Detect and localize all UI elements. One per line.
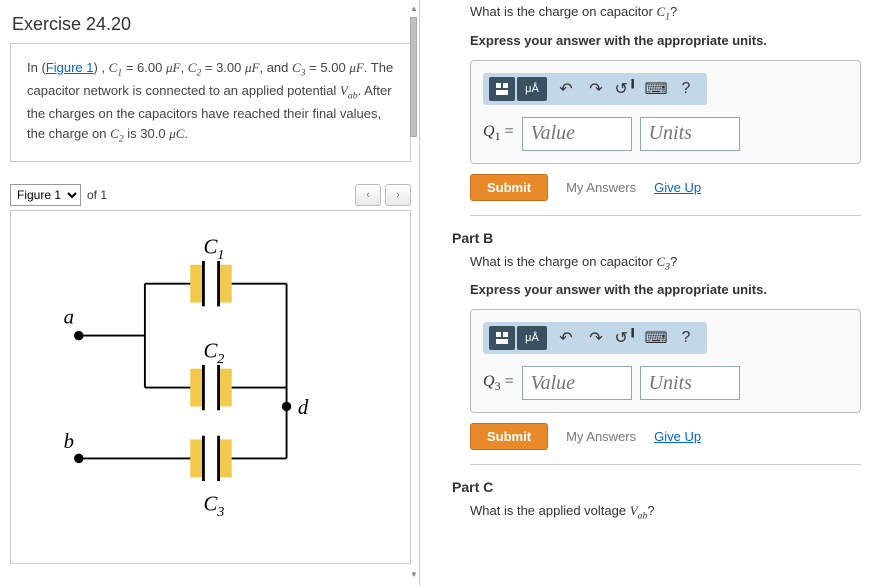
figure-frame: C1 C2 C3 a b d [10,210,411,564]
figure-nav-bar: Figure 1 of 1 ‹ › [10,184,411,206]
unit: μF [245,60,259,75]
circuit-diagram: C1 C2 C3 a b d [41,227,381,548]
templates-icon[interactable] [489,77,515,101]
my-answers-link[interactable]: My Answers [566,429,636,444]
units-icon[interactable]: μÅ [517,326,547,350]
reset-icon[interactable]: ↺╹ [611,325,641,351]
svg-text:C1: C1 [203,235,224,263]
text: = [201,60,216,75]
scroll-thumb[interactable] [410,17,417,137]
undo-icon[interactable]: ↶ [551,76,581,102]
part-c: Part C What is the applied voltage Vab? [470,479,861,546]
part-c-question: What is the applied voltage Vab? [470,503,861,522]
figure-prev-button[interactable]: ‹ [355,184,381,206]
answer-variable: Q3 = [483,373,514,394]
units-icon[interactable]: μÅ [517,77,547,101]
answer-variable: Q1 = [483,123,514,144]
unit: μF [166,60,180,75]
problem-statement: In (Figure 1) , C1 = 6.00 μF, C2 = 3.00 … [10,43,411,162]
scroll-down-icon[interactable]: ▼ [410,571,417,581]
formula-toolbar: μÅ ↶ ↷ ↺╹ ⌨︎ ? [483,322,707,354]
part-b-instruction: Express your answer with the appropriate… [470,282,861,297]
undo-icon[interactable]: ↶ [551,325,581,351]
right-panel: What is the charge on capacitor C1? Expr… [420,0,879,586]
val: 5.00 [320,60,345,75]
var-vab: Vab [340,83,358,98]
figure-count: of 1 [87,188,107,202]
svg-text:C2: C2 [203,339,224,367]
part-a-answer-box: μÅ ↶ ↷ ↺╹ ⌨︎ ? Q1 = [470,60,861,164]
text: , and [259,60,292,75]
text: In ( [27,60,46,75]
submit-row: Submit My Answers Give Up [470,423,861,450]
part-b: Part B What is the charge on capacitor C… [470,230,861,466]
keyboard-icon[interactable]: ⌨︎ [641,76,671,102]
part-a: What is the charge on capacitor C1? Expr… [470,4,861,216]
submit-button[interactable]: Submit [470,174,548,201]
unit: μF [349,60,363,75]
answer-row: Q3 = [483,366,848,400]
submit-button[interactable]: Submit [470,423,548,450]
text: , [180,60,187,75]
text: = [122,60,137,75]
keyboard-icon[interactable]: ⌨︎ [641,325,671,351]
part-b-question: What is the charge on capacitor C3? [470,254,861,273]
part-c-title: Part C [452,479,861,495]
figure-link[interactable]: Figure 1 [46,60,94,75]
submit-row: Submit My Answers Give Up [470,174,861,201]
scrollbar[interactable]: ▲ ▼ [410,5,417,581]
left-panel: ▲ ▼ Exercise 24.20 In (Figure 1) , C1 = … [0,0,420,586]
answer-row: Q1 = [483,117,848,151]
value-input[interactable] [522,366,632,400]
exercise-title: Exercise 24.20 [10,10,411,43]
text: . [184,126,188,141]
part-b-title: Part B [452,230,861,246]
text: is 30.0 [124,126,170,141]
svg-text:b: b [63,430,73,453]
svg-text:a: a [63,305,73,328]
part-b-answer-box: μÅ ↶ ↷ ↺╹ ⌨︎ ? Q3 = [470,309,861,413]
unit: μC [169,126,184,141]
var-c1: C1 [109,60,123,75]
svg-text:d: d [297,396,308,419]
text: = [306,60,321,75]
redo-icon[interactable]: ↷ [581,325,611,351]
formula-toolbar: μÅ ↶ ↷ ↺╹ ⌨︎ ? [483,73,707,105]
redo-icon[interactable]: ↷ [581,76,611,102]
give-up-link[interactable]: Give Up [654,429,701,444]
reset-icon[interactable]: ↺╹ [611,76,641,102]
figure-select[interactable]: Figure 1 [10,184,81,206]
text: ) , [94,60,109,75]
part-a-instruction: Express your answer with the appropriate… [470,33,861,48]
part-a-question: What is the charge on capacitor C1? [470,4,861,23]
var-c2: C2 [188,60,202,75]
give-up-link[interactable]: Give Up [654,180,701,195]
svg-text:C3: C3 [203,492,224,520]
val: 3.00 [216,60,241,75]
units-input[interactable] [640,117,740,151]
val: 6.00 [137,60,162,75]
var-c3: C3 [292,60,306,75]
scroll-up-icon[interactable]: ▲ [410,5,417,15]
figure-next-button[interactable]: › [385,184,411,206]
units-input[interactable] [640,366,740,400]
value-input[interactable] [522,117,632,151]
help-icon[interactable]: ? [671,76,701,102]
templates-icon[interactable] [489,326,515,350]
my-answers-link[interactable]: My Answers [566,180,636,195]
var-c2b: C2 [110,126,124,141]
help-icon[interactable]: ? [671,325,701,351]
